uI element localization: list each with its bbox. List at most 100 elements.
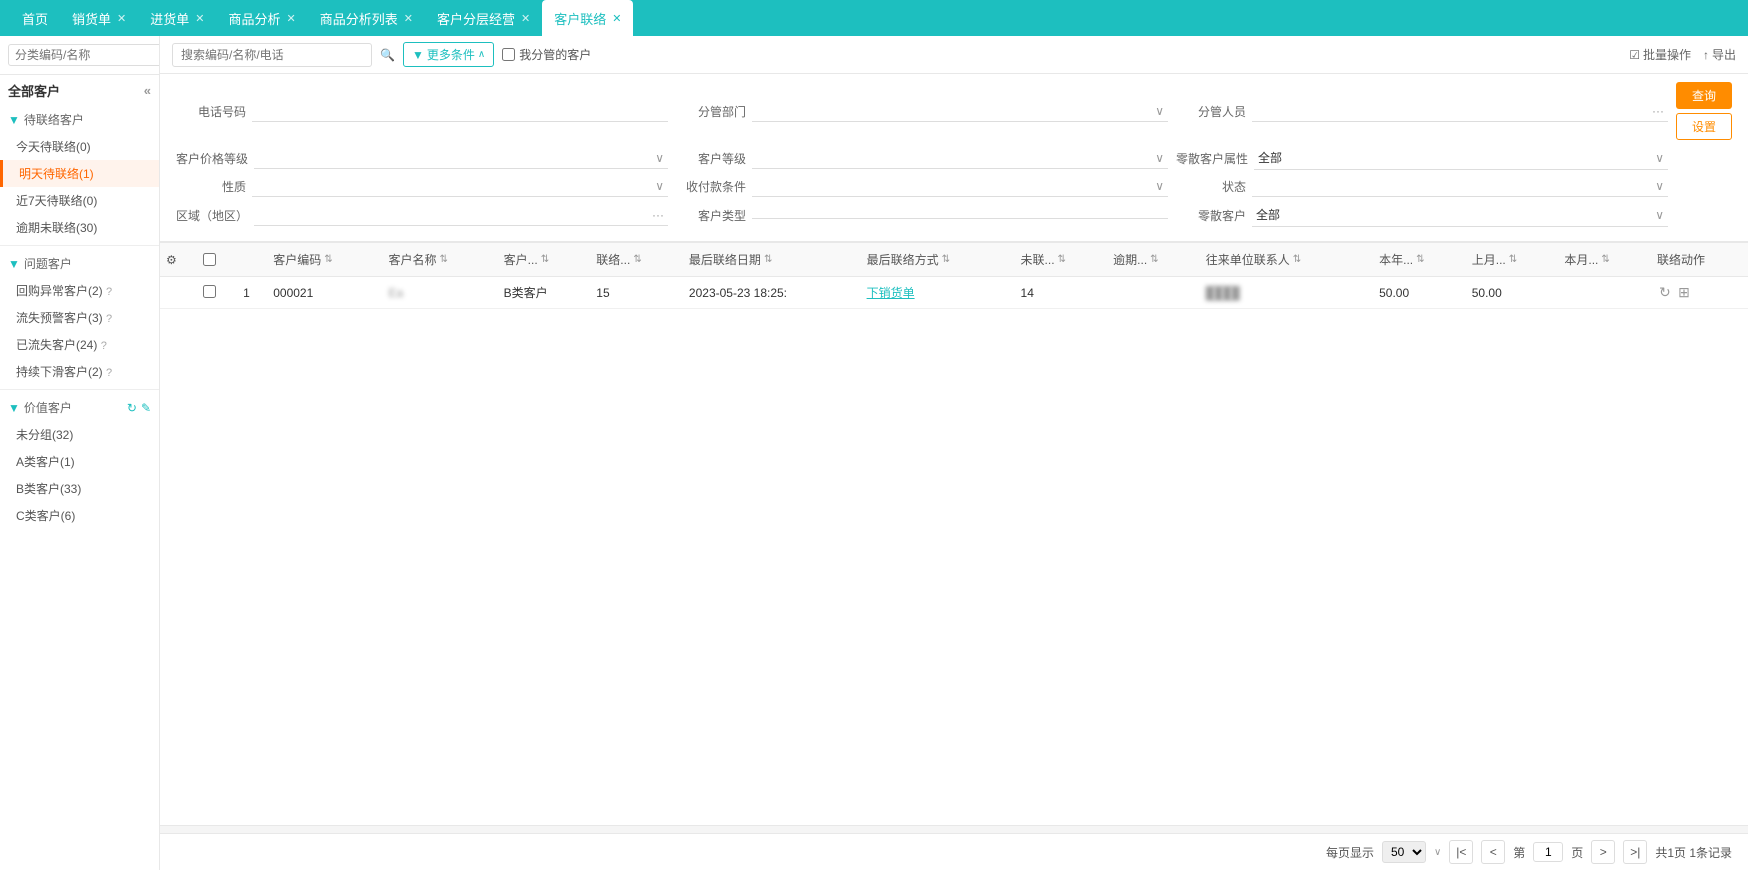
payment-select[interactable]: ∨ [752,176,1168,197]
more-conditions-btn[interactable]: ▼ 更多条件 ∧ [403,42,494,67]
customer-type-select[interactable] [752,212,1168,219]
nav-item-goods-analysis-table-close-icon[interactable]: ✕ [404,12,413,25]
adv-filter-panel: 电话号码 分管部门 ∨ 分管人员 ··· 查询 [160,74,1748,242]
nav-item-goods-analysis[interactable]: 商品分析 ✕ [216,0,307,36]
retail-attr-select[interactable]: 全部 ∨ [1254,146,1668,170]
page-suffix: 页 [1571,844,1583,861]
select-all-checkbox[interactable] [203,253,216,266]
phone-input[interactable] [252,101,668,122]
sort-icon-unit[interactable]: ⇅ [1293,254,1301,265]
nav-item-goods-analysis-table[interactable]: 商品分析列表 ✕ [308,0,425,36]
sidebar-item-class-c[interactable]: C类客户(6) [0,502,159,529]
sidebar-item-overdue[interactable]: 逾期未联络(30) [0,214,159,241]
sort-icon-date[interactable]: ⇅ [764,254,772,265]
sidebar-section-value[interactable]: ▼ 价值客户 ↻ ✎ [0,394,159,421]
dept-select[interactable]: ∨ [752,101,1168,122]
my-customers-checkbox[interactable] [502,48,515,61]
sidebar-item-tomorrow[interactable]: 明天待联络(1) [0,160,159,187]
query-button[interactable]: 查询 [1676,82,1732,109]
nav-item-purchase[interactable]: 进货单 ✕ [138,0,216,36]
person-label: 分管人员 [1176,103,1246,120]
next-page-btn[interactable]: > [1591,840,1615,864]
search-input[interactable] [172,43,372,67]
nav-item-customer-contact-close-icon[interactable]: ✕ [612,12,621,25]
person-input[interactable]: ··· [1252,101,1668,122]
row-last-contact-method[interactable]: 下销货单 [867,286,915,300]
nav-item-sales-label: 销货单 [72,9,111,28]
setting-button[interactable]: 设置 [1676,113,1732,140]
collapse-icon[interactable]: « [144,83,151,98]
chevron-icon-4: ∨ [1655,151,1664,165]
sidebar-item-decreasing[interactable]: 持续下滑客户(2) ? [0,358,159,385]
sort-icon-this-month[interactable]: ⇅ [1601,254,1609,265]
chevron-icon-7: ∨ [1655,179,1664,193]
prev-page-btn[interactable]: < [1481,840,1505,864]
page-number-input[interactable] [1533,842,1563,862]
sidebar-item-lost-risk[interactable]: 流失预警客户(3) ? [0,304,159,331]
sort-icon-method[interactable]: ⇅ [942,254,950,265]
search-toolbar-icon[interactable]: 🔍 [380,48,395,62]
nav-item-goods-analysis-close-icon[interactable]: ✕ [287,12,296,25]
th-overdue-label: 逾期... [1113,251,1147,268]
th-last-contact-method: 最后联络方式⇅ [861,243,1015,277]
batch-operation-btn[interactable]: ☑ 批量操作 [1629,46,1691,63]
sort-icon-name[interactable]: ⇅ [439,254,447,265]
all-customers-header[interactable]: 全部客户 « [0,75,159,106]
sidebar-item-class-b[interactable]: B类客户(33) [0,475,159,502]
cell-contact-action: ↻ ⊞ [1651,277,1748,309]
row-checkbox[interactable] [203,285,216,298]
filter-cell-payment: 收付款条件 ∨ [676,176,1168,197]
sidebar-search-input[interactable] [8,44,160,66]
sort-icon-not-contacted[interactable]: ⇅ [1058,254,1066,265]
sort-icon-year[interactable]: ⇅ [1416,254,1424,265]
nav-item-customer-tier[interactable]: 客户分层经营 ✕ [425,0,542,36]
contact-grid-icon[interactable]: ⊞ [1678,284,1690,300]
contact-refresh-icon[interactable]: ↻ [1659,284,1671,300]
nature-select[interactable]: ∨ [252,176,668,197]
edit-icon[interactable]: ✎ [141,401,151,415]
sidebar-item-tomorrow-label: 明天待联络(1) [19,167,94,181]
first-page-btn[interactable]: |< [1449,840,1473,864]
nav-item-sales[interactable]: 销货单 ✕ [60,0,138,36]
last-page-btn[interactable]: >| [1623,840,1647,864]
settings-icon[interactable]: ⚙ [166,253,177,267]
cell-code: 000021 [267,277,382,309]
sort-icon-contact[interactable]: ⇅ [633,254,641,265]
batch-operation-label: 批量操作 [1643,46,1691,63]
region-input[interactable]: ··· [254,205,668,226]
customer-level-select[interactable]: ∨ [752,148,1168,169]
sidebar-item-unsorted[interactable]: 未分组(32) [0,421,159,448]
horizontal-scrollbar[interactable] [160,825,1748,833]
chevron-icon-6: ∨ [1155,179,1164,193]
retail-customer-select[interactable]: 全部 ∨ [1252,203,1668,227]
sidebar-item-today[interactable]: 今天待联络(0) [0,133,159,160]
sidebar-item-week7[interactable]: 近7天待联络(0) [0,187,159,214]
sidebar-item-lost[interactable]: 已流失客户(24) ? [0,331,159,358]
nav-item-home[interactable]: 首页 [10,0,60,36]
cell-rownum: 1 [237,277,267,309]
cell-overdue [1107,277,1200,309]
sort-icon-type[interactable]: ⇅ [541,254,549,265]
nav-item-customer-tier-close-icon[interactable]: ✕ [521,12,530,25]
nav-item-customer-contact[interactable]: 客户联络 ✕ [542,0,633,36]
sidebar-item-repurchase-abnormal[interactable]: 回购异常客户(2) ? [0,277,159,304]
refresh-icon[interactable]: ↻ [127,401,137,415]
sidebar-section-pending[interactable]: ▼ 待联络客户 [0,106,159,133]
per-page-select[interactable]: 50 [1382,841,1426,863]
filter-cell-phone: 电话号码 [176,101,668,122]
price-level-select[interactable]: ∨ [254,148,668,169]
filter-cell-person: 分管人员 ··· [1176,101,1668,122]
sidebar-item-class-a[interactable]: A类客户(1) [0,448,159,475]
total-label: 共1页 1条记录 [1655,844,1732,861]
nav-item-sales-close-icon[interactable]: ✕ [117,12,126,25]
sort-icon-code[interactable]: ⇅ [324,254,332,265]
th-last-contact-date: 最后联络日期⇅ [683,243,861,277]
th-this-month-label: 本月... [1564,251,1598,268]
sidebar-section-problem[interactable]: ▼ 问题客户 [0,250,159,277]
nav-item-purchase-close-icon[interactable]: ✕ [195,12,204,25]
my-customers-checkbox-label[interactable]: 我分管的客户 [502,46,591,63]
status-select[interactable]: ∨ [1252,176,1668,197]
sort-icon-last-month[interactable]: ⇅ [1509,254,1517,265]
export-btn[interactable]: ↑ 导出 [1703,46,1736,63]
sort-icon-overdue[interactable]: ⇅ [1150,254,1158,265]
